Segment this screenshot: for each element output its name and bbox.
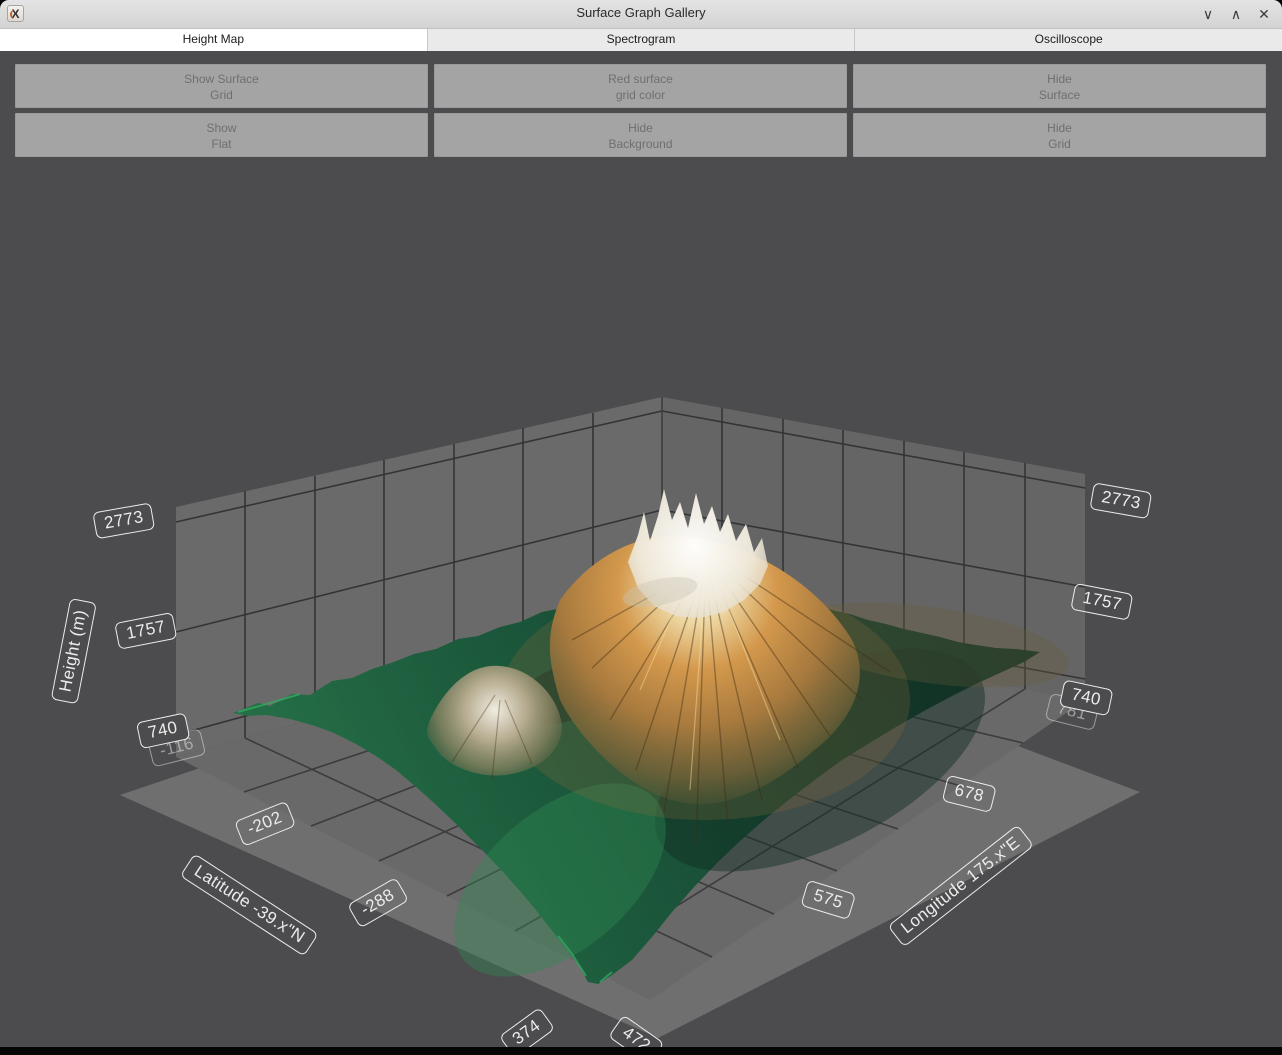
tab-height-map[interactable]: Height Map xyxy=(0,29,427,51)
button-label: Show xyxy=(16,120,427,136)
hide-grid-button[interactable]: Hide Grid xyxy=(853,113,1266,157)
surface-grid-color-button[interactable]: Red surface grid color xyxy=(434,64,847,108)
button-label: Hide xyxy=(854,71,1265,87)
hide-background-button[interactable]: Hide Background xyxy=(434,113,847,157)
button-label: Hide xyxy=(435,120,846,136)
toolbar: Show Surface Grid Red surface grid color… xyxy=(15,64,1266,157)
show-flat-button[interactable]: Show Flat xyxy=(15,113,428,157)
button-label: Flat xyxy=(16,136,427,152)
window-title: Surface Graph Gallery xyxy=(0,5,1282,20)
button-label: grid color xyxy=(435,87,846,103)
button-label: Hide xyxy=(854,120,1265,136)
surface-plot-canvas[interactable] xyxy=(0,0,1282,1055)
tab-bar: Height Map Spectrogram Oscilloscope xyxy=(0,28,1282,51)
button-label: Show Surface xyxy=(16,71,427,87)
window-shade-button[interactable]: ∨ xyxy=(1200,7,1216,21)
button-label: Red surface xyxy=(435,71,846,87)
window-close-button[interactable]: ✕ xyxy=(1256,7,1272,21)
window-bottom-edge xyxy=(0,1047,1282,1055)
window-maximize-button[interactable]: ∧ xyxy=(1228,7,1244,21)
button-label: Background xyxy=(435,136,846,152)
button-label: Grid xyxy=(16,87,427,103)
button-label: Grid xyxy=(854,136,1265,152)
tab-oscilloscope[interactable]: Oscilloscope xyxy=(854,29,1282,51)
window-controls: ∨ ∧ ✕ xyxy=(1200,0,1272,28)
title-bar[interactable]: X Surface Graph Gallery xyxy=(0,0,1282,28)
show-surface-grid-button[interactable]: Show Surface Grid xyxy=(15,64,428,108)
tab-spectrogram[interactable]: Spectrogram xyxy=(427,29,855,51)
app-window: -116 740 1757 2773 Height (m) 781 740 17… xyxy=(0,0,1282,1055)
button-label: Surface xyxy=(854,87,1265,103)
hide-surface-button[interactable]: Hide Surface xyxy=(853,64,1266,108)
